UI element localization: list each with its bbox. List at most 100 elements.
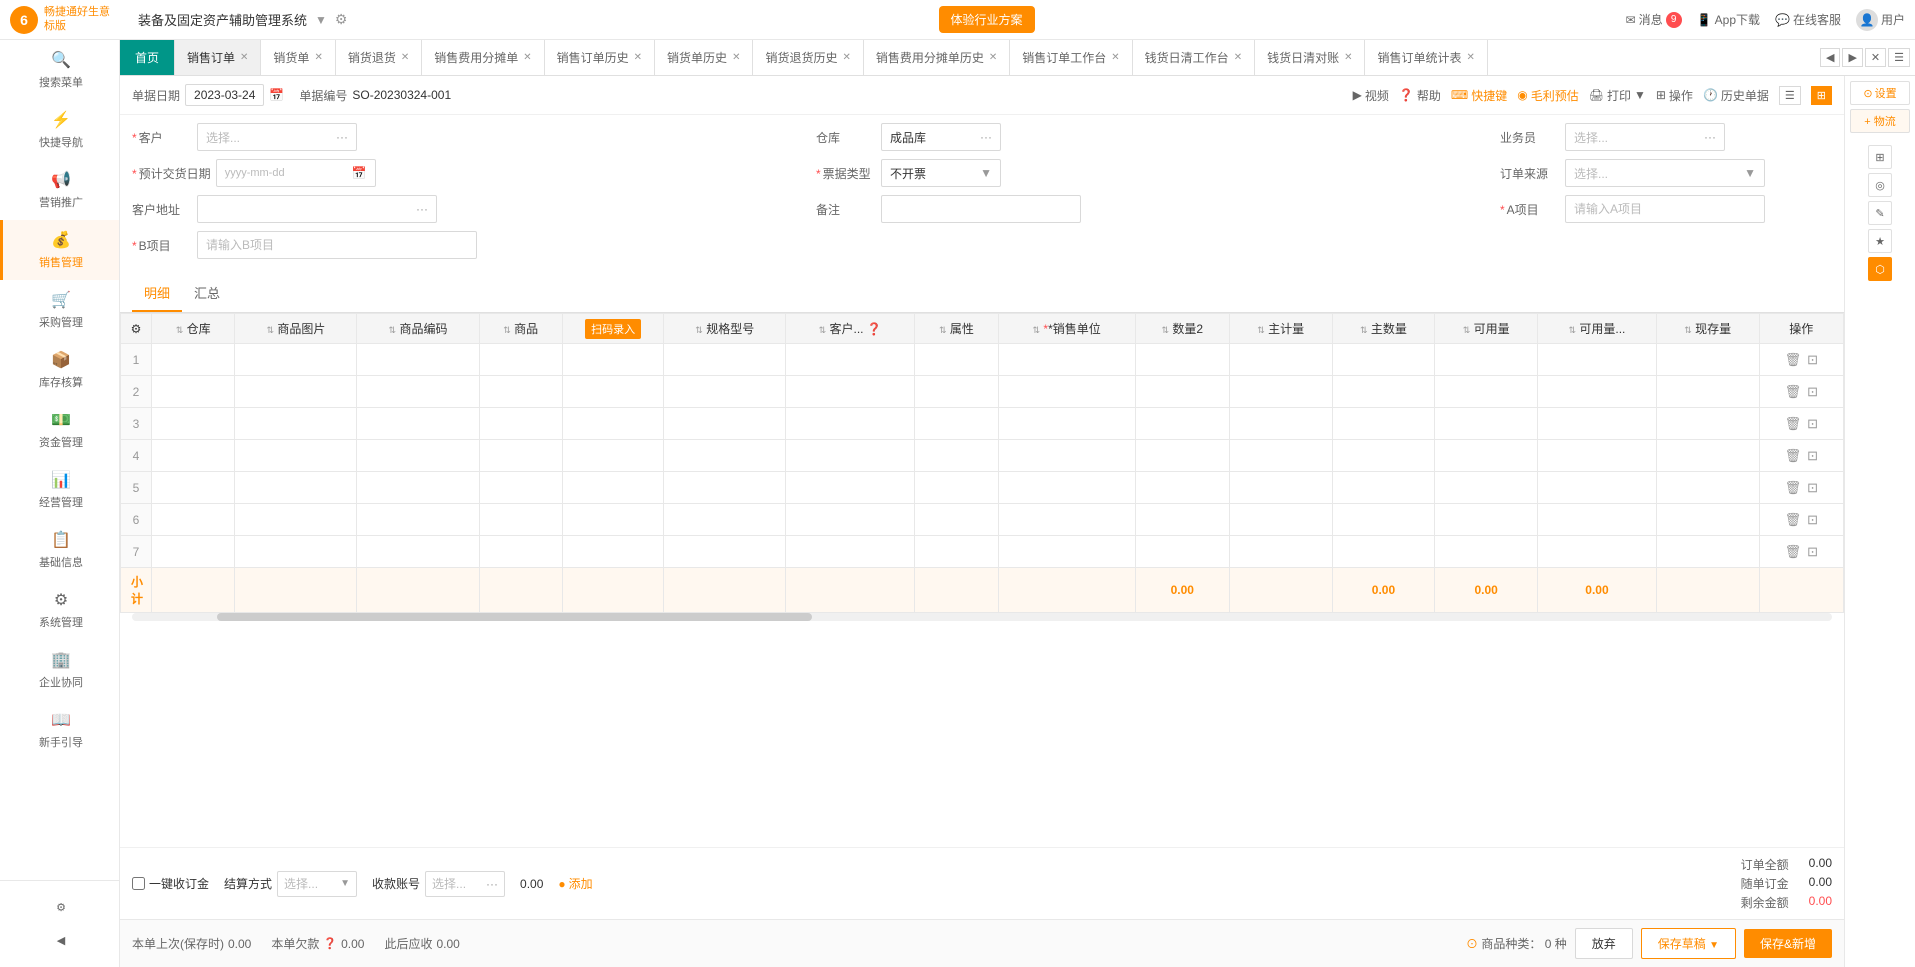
row-copy-5[interactable]: ⊡ — [1806, 479, 1819, 497]
print-btn[interactable]: 🖨 打印 ▼ — [1589, 87, 1646, 104]
receipt-account-select[interactable]: 选择... ··· — [425, 871, 505, 897]
row-warehouse-1[interactable] — [152, 344, 235, 376]
tab-close-reconcile[interactable]: ✕ — [1344, 52, 1352, 63]
tab-home[interactable]: 首页 — [120, 40, 175, 75]
col-settings[interactable]: ⚙ — [121, 314, 152, 344]
print-dropdown-icon[interactable]: ▼ — [1634, 88, 1646, 102]
tab-expense-history[interactable]: 销售费用分摊单历史 ✕ — [864, 40, 1010, 75]
col-main-unit[interactable]: ⇅ 主计量 — [1229, 314, 1332, 344]
history-btn[interactable]: 🕐 历史单据 — [1703, 87, 1769, 104]
col-image[interactable]: ⇅ 商品图片 — [235, 314, 357, 344]
row-copy-6[interactable]: ⊡ — [1806, 511, 1819, 529]
remarks-input[interactable] — [881, 195, 1081, 223]
sidebar-item-inventory[interactable]: 📦 库存核算 — [0, 340, 119, 400]
tab-menu-btn[interactable]: ☰ — [1888, 48, 1910, 67]
col-stock[interactable]: ⇅ 现存量 — [1656, 314, 1759, 344]
row-delete-1[interactable]: 🗑 — [1784, 351, 1803, 369]
quick-order-checkbox[interactable] — [132, 877, 145, 890]
col-name[interactable]: ⇅ 商品 — [479, 314, 562, 344]
sidebar-item-enterprise[interactable]: 🏢 企业协同 — [0, 640, 119, 700]
preview-btn[interactable]: ▶ 视频 — [1353, 87, 1389, 104]
row-image-1[interactable] — [235, 344, 357, 376]
save-draft-dropdown-icon[interactable]: ▼ — [1709, 940, 1719, 951]
tab-return-history[interactable]: 销货退货历史 ✕ — [753, 40, 863, 75]
row-available2-1[interactable] — [1538, 344, 1657, 376]
col-customer-code[interactable]: ⇅ 客户... ❓ — [786, 314, 915, 344]
tab-close-sales-order[interactable]: ✕ — [240, 52, 248, 63]
tab-return[interactable]: 销货退货 ✕ — [336, 40, 422, 75]
discard-button[interactable]: 放弃 — [1575, 928, 1633, 959]
col-available2[interactable]: ⇅ 可用量... — [1538, 314, 1657, 344]
panel-btn-5[interactable]: ⬡ — [1868, 257, 1892, 281]
sidebar-item-system[interactable]: ⚙ 系统管理 — [0, 580, 119, 640]
tab-next-btn[interactable]: ▶ — [1842, 48, 1862, 67]
col-code[interactable]: ⇅ 商品编码 — [357, 314, 479, 344]
col-attribute[interactable]: ⇅ 属性 — [915, 314, 998, 344]
tab-sales-order[interactable]: 销售订单 ✕ — [175, 40, 261, 75]
salesperson-input[interactable]: 选择... ··· — [1565, 123, 1725, 151]
tab-daily-clear[interactable]: 钱货日清工作台 ✕ — [1133, 40, 1255, 75]
row-delete-6[interactable]: 🗑 — [1784, 511, 1803, 529]
tab-close-goods-history[interactable]: ✕ — [732, 52, 740, 63]
help-btn[interactable]: ❓ 帮助 — [1399, 87, 1441, 104]
payment-method-select[interactable]: 选择... ▼ — [277, 871, 357, 897]
tab-close-stats[interactable]: ✕ — [1467, 52, 1475, 63]
row-delete-2[interactable]: 🗑 — [1784, 383, 1803, 401]
tab-summary[interactable]: 汇总 — [182, 275, 232, 312]
panel-btn-2[interactable]: ◎ — [1868, 173, 1892, 197]
row-qty2-1[interactable] — [1135, 344, 1229, 376]
operations-btn[interactable]: ⊞ 操作 — [1656, 87, 1693, 104]
table-scrollbar-thumb[interactable] — [217, 613, 812, 621]
row-main-unit-1[interactable] — [1229, 344, 1332, 376]
calendar-icon[interactable]: 📅 — [269, 88, 284, 102]
tab-expense-split[interactable]: 销售费用分摊单 ✕ — [422, 40, 544, 75]
app-download-item[interactable]: 📱 App下载 — [1697, 11, 1760, 28]
col-warehouse[interactable]: ⇅ 仓库 — [152, 314, 235, 344]
row-attribute-1[interactable] — [915, 344, 998, 376]
sidebar-item-purchase[interactable]: 🛒 采购管理 — [0, 280, 119, 340]
row-spec-1[interactable] — [664, 344, 786, 376]
tab-close-expense-history[interactable]: ✕ — [989, 52, 997, 63]
add-button[interactable]: ● 添加 — [558, 875, 592, 892]
profit-forecast-btn[interactable]: ◉ 毛利预估 — [1517, 87, 1579, 104]
row-name-1[interactable] — [479, 344, 562, 376]
row-customer-code-1[interactable] — [786, 344, 915, 376]
customer-dots-btn[interactable]: ··· — [336, 130, 348, 144]
sidebar-settings[interactable]: ⚙ — [0, 891, 119, 924]
tab-workbench[interactable]: 销售订单工作台 ✕ — [1010, 40, 1132, 75]
row-code-1[interactable] — [357, 344, 479, 376]
col-unit[interactable]: ⇅ **销售单位 — [998, 314, 1135, 344]
row-copy-4[interactable]: ⊡ — [1806, 447, 1819, 465]
tab-stats[interactable]: 销售订单统计表 ✕ — [1365, 40, 1487, 75]
row-delete-5[interactable]: 🗑 — [1784, 479, 1803, 497]
row-scan-1[interactable] — [562, 344, 663, 376]
row-unit-1[interactable] — [998, 344, 1135, 376]
tab-reconcile[interactable]: 钱货日清对账 ✕ — [1255, 40, 1365, 75]
save-new-button[interactable]: 保存&新增 — [1744, 929, 1832, 958]
tab-close-daily-clear[interactable]: ✕ — [1234, 52, 1242, 63]
col-qty2[interactable]: ⇅ 数量2 — [1135, 314, 1229, 344]
delivery-input[interactable]: yyyy-mm-dd 📅 — [216, 159, 376, 187]
layout-grid-btn[interactable]: ⊞ — [1811, 86, 1832, 105]
customer-input[interactable]: 选择... ··· — [197, 123, 357, 151]
tab-close-all-btn[interactable]: ✕ — [1865, 48, 1886, 67]
sidebar-collapse[interactable]: ◀ — [0, 924, 119, 957]
tab-close-workbench[interactable]: ✕ — [1111, 52, 1119, 63]
logistics-panel-btn[interactable]: + 物流 — [1850, 109, 1910, 133]
row-main-qty-1[interactable] — [1332, 344, 1435, 376]
warehouse-input[interactable]: 成品库 ··· — [881, 123, 1001, 151]
b-project-input[interactable]: 请输入B项目 — [197, 231, 477, 259]
sidebar-item-finance[interactable]: 💵 资金管理 — [0, 400, 119, 460]
tab-close-sales-goods[interactable]: ✕ — [314, 52, 322, 63]
tab-order-history[interactable]: 销售订单历史 ✕ — [545, 40, 655, 75]
sidebar-item-quick-nav[interactable]: ⚡ 快捷导航 — [0, 100, 119, 160]
receipt-account-dots-btn[interactable]: ··· — [486, 877, 498, 891]
sidebar-item-guide[interactable]: 📖 新手引导 — [0, 700, 119, 760]
row-warehouse-2[interactable] — [152, 376, 235, 408]
layout-list-btn[interactable]: ☰ — [1779, 86, 1801, 105]
panel-btn-3[interactable]: ✎ — [1868, 201, 1892, 225]
sidebar-item-search[interactable]: 🔍 搜索菜单 — [0, 40, 119, 100]
row-copy-3[interactable]: ⊡ — [1806, 415, 1819, 433]
solution-button[interactable]: 体验行业方案 — [939, 6, 1035, 33]
panel-btn-1[interactable]: ⊞ — [1868, 145, 1892, 169]
